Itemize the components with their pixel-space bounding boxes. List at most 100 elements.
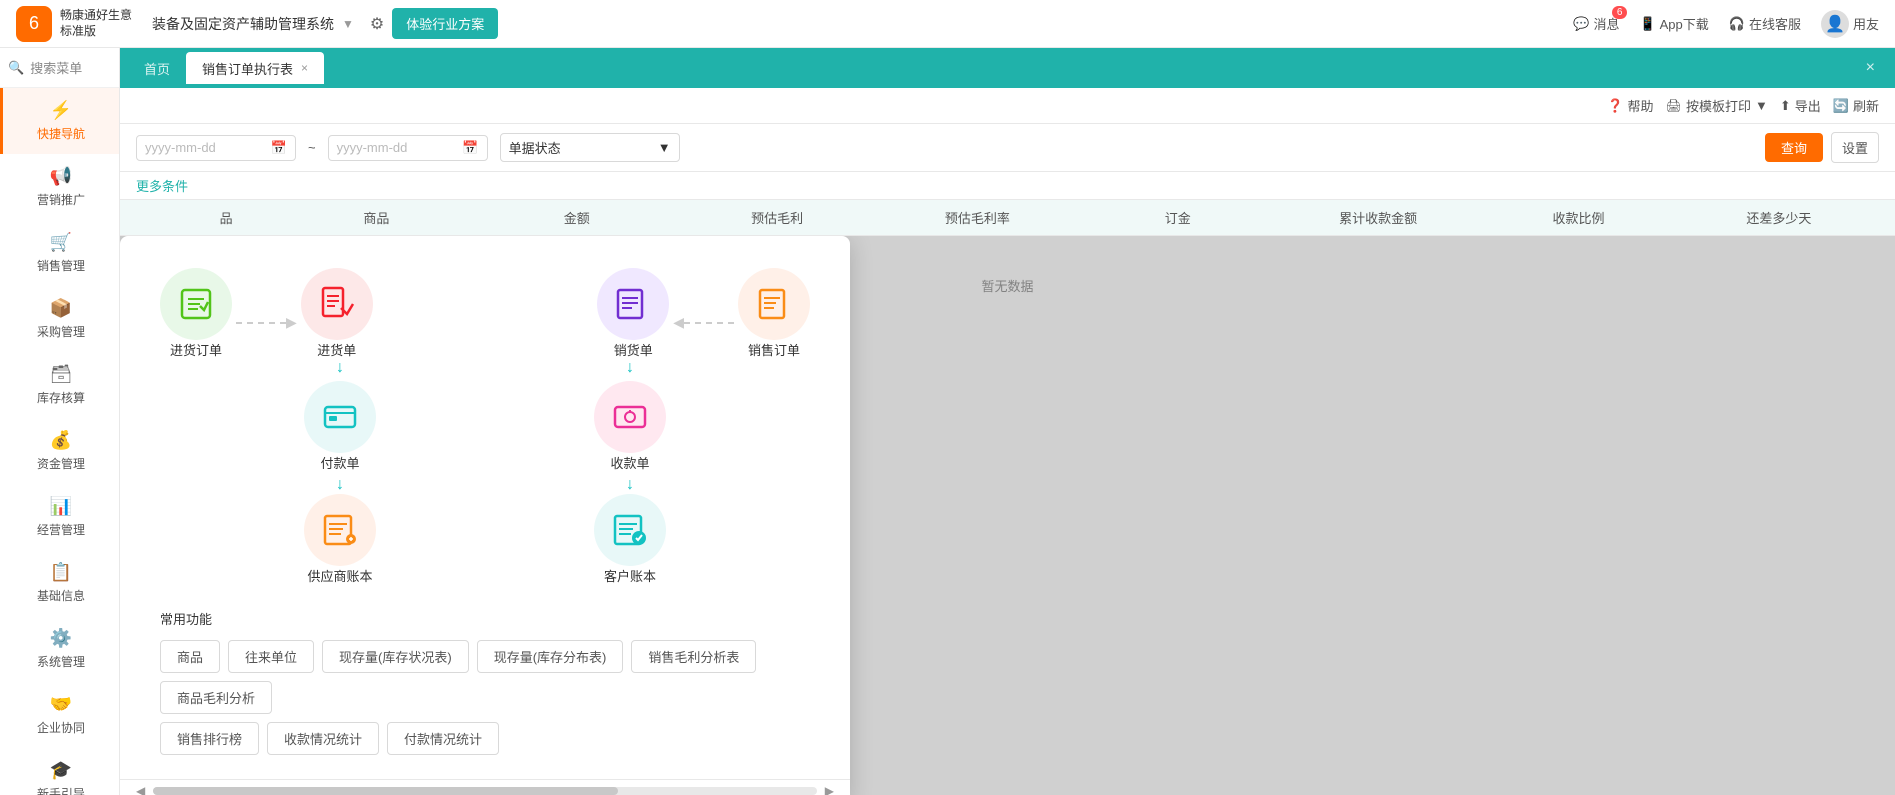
search-icon: 🔍 [8, 60, 24, 76]
app-download-button[interactable]: 📱 App下载 [1639, 14, 1708, 33]
btn-sales-profit-analysis[interactable]: 销售毛利分析表 [631, 640, 756, 673]
export-button[interactable]: ⬆ 导出 [1780, 96, 1821, 115]
table-header: 品 商品 金额 预估毛利 预估毛利率 订金 累计收款金额 收款比例 还差多少天 [120, 200, 1895, 236]
logo-area: 6 畅康通好生意 标准版 [16, 6, 136, 42]
sidebar-item-enterprise[interactable]: 🤝 企业协同 [0, 682, 119, 748]
sales-icon: 🛒 [50, 232, 72, 253]
flow-node-purchase-order[interactable]: 进货订单 [160, 268, 232, 359]
message-button[interactable]: 💬 消息 6 [1573, 14, 1619, 33]
flow-node-receipt[interactable]: 收款单 [594, 381, 666, 472]
status-select[interactable]: 单据状态 ▼ [500, 133, 680, 162]
scrollbar-thumb [153, 787, 617, 795]
scroll-left-button[interactable]: ◀ [136, 784, 145, 795]
query-button[interactable]: 查询 [1765, 133, 1823, 162]
purchase-icon: 📦 [50, 298, 72, 319]
btn-inventory-distribution[interactable]: 现存量(库存分布表) [477, 640, 624, 673]
flow-node-purchase-bill[interactable]: 进货单 [301, 268, 373, 359]
sidebar-item-purchase[interactable]: 📦 采购管理 [0, 286, 119, 352]
beginner-icon: 🎓 [50, 760, 72, 781]
more-conditions-link[interactable]: 更多条件 [136, 179, 188, 194]
export-icon: ⬆ [1780, 98, 1791, 114]
sidebar-item-finance[interactable]: 💰 资金管理 [0, 418, 119, 484]
col-estimated-profit-rate: 预估毛利率 [877, 208, 1077, 227]
tab-sales-execution[interactable]: 销售订单执行表 × [186, 52, 324, 84]
sidebar-item-sales[interactable]: 🛒 销售管理 [0, 220, 119, 286]
tab-home[interactable]: 首页 [128, 52, 186, 84]
date-input-end[interactable]: yyyy-mm-dd 📅 [328, 135, 488, 161]
btn-sales-ranking[interactable]: 销售排行榜 [160, 722, 259, 755]
arrow-down-payment-2: ↓ [336, 476, 344, 494]
sidebar-item-marketing[interactable]: 📢 营销推广 [0, 154, 119, 220]
sidebar-item-quick-nav[interactable]: ⚡ 快捷导航 [0, 88, 119, 154]
print-icon: 🖨 [1665, 98, 1682, 114]
arrow-down-receipt: ↓ [626, 359, 634, 377]
purchase-bill-label: 进货单 [317, 340, 356, 359]
system-name: 装备及固定资产辅助管理系统 [152, 14, 334, 34]
refresh-button[interactable]: 🔄 刷新 [1833, 96, 1879, 115]
purchase-order-label: 进货订单 [170, 340, 222, 359]
btn-payments-statistics[interactable]: 付款情况统计 [387, 722, 499, 755]
set-button[interactable]: 设置 [1831, 132, 1879, 163]
enterprise-icon: 🤝 [50, 694, 72, 715]
flow-node-sales-order[interactable]: 销售订单 [738, 268, 810, 359]
btn-inventory-status[interactable]: 现存量(库存状况表) [322, 640, 469, 673]
receipt-circle [594, 381, 666, 453]
modal-scrollbar-row: ◀ ▶ [120, 779, 850, 795]
modal-overlay[interactable]: 进货订单 ▶ [120, 236, 1895, 795]
flow-row-2: ↓ 付款单 ↓ [160, 359, 810, 494]
message-badge: 6 [1612, 6, 1628, 19]
sidebar-item-basic-info[interactable]: 📋 基础信息 [0, 550, 119, 616]
flow-row-1: 进货订单 ▶ [160, 268, 810, 359]
scrollbar-track[interactable] [153, 787, 817, 795]
modal-body: 进货订单 ▶ [120, 236, 850, 779]
btn-counterparty[interactable]: 往来单位 [228, 640, 314, 673]
flow-node-supplier-account[interactable]: 供应商账本 [304, 494, 376, 585]
col-product: 商品 [276, 208, 476, 227]
tab-close-button[interactable]: × [301, 61, 308, 75]
btn-receipts-statistics[interactable]: 收款情况统计 [267, 722, 379, 755]
experience-button[interactable]: 体验行业方案 [392, 8, 498, 39]
col-amount: 金额 [477, 208, 677, 227]
online-service-button[interactable]: 🎧 在线客服 [1729, 14, 1801, 33]
window-close-button[interactable]: × [1854, 59, 1887, 77]
calendar-icon-end: 📅 [462, 140, 478, 156]
btn-product[interactable]: 商品 [160, 640, 220, 673]
system-dropdown-icon[interactable]: ▼ [342, 17, 354, 31]
chevron-down-icon: ▼ [658, 140, 671, 155]
main-area: 🔍 搜索菜单 ⚡ 快捷导航 📢 营销推广 🛒 销售管理 📦 采购管理 🗃 [0, 48, 1895, 795]
col-days-remaining: 还差多少天 [1679, 208, 1879, 227]
scroll-right-button[interactable]: ▶ [825, 784, 834, 795]
sidebar-item-inventory[interactable]: 🗃 库存核算 [0, 352, 119, 418]
help-button[interactable]: ❓ 帮助 [1607, 96, 1653, 115]
refresh-icon: 🔄 [1833, 98, 1849, 114]
col-estimated-profit: 预估毛利 [677, 208, 877, 227]
sales-order-label: 销售订单 [748, 340, 800, 359]
toolbar: ❓ 帮助 🖨 按模板打印 ▼ ⬆ 导出 🔄 刷新 [120, 88, 1895, 124]
supplier-account-label: 供应商账本 [307, 566, 372, 585]
toolbar-right: ❓ 帮助 🖨 按模板打印 ▼ ⬆ 导出 🔄 刷新 [1607, 96, 1879, 115]
headset-icon: 🎧 [1729, 16, 1745, 32]
sidebar-item-beginner[interactable]: 🎓 新手引导 [0, 748, 119, 795]
receipt-label: 收款单 [610, 453, 649, 472]
flow-node-customer-account[interactable]: 客户账本 [594, 494, 666, 585]
content-area: 首页 销售订单执行表 × × ❓ 帮助 🖨 按 [120, 48, 1895, 795]
col-deposit: 订金 [1078, 208, 1278, 227]
print-button[interactable]: 🖨 按模板打印 ▼ [1665, 96, 1767, 115]
user-button[interactable]: 👤 用友 [1821, 10, 1879, 38]
flow-node-sales-bill[interactable]: 销货单 [597, 268, 669, 359]
print-dropdown-icon[interactable]: ▼ [1755, 98, 1768, 113]
customer-account-label: 客户账本 [604, 566, 656, 585]
avatar: 👤 [1821, 10, 1849, 38]
help-icon: ❓ [1607, 98, 1623, 114]
common-functions-section: 常用功能 商品 往来单位 现存量(库存状况表) 现存量(库存分布表) 销售毛利分… [160, 609, 810, 755]
gear-icon[interactable]: ⚙ [370, 14, 384, 34]
col-payment: ↓ 付款单 ↓ [290, 359, 390, 494]
sidebar-item-system[interactable]: ⚙️ 系统管理 [0, 616, 119, 682]
sidebar-item-operations[interactable]: 📊 经营管理 [0, 484, 119, 550]
logo-icon: 6 [16, 6, 52, 42]
date-input[interactable]: yyyy-mm-dd 📅 [136, 135, 296, 161]
app-wrapper: 6 畅康通好生意 标准版 装备及固定资产辅助管理系统 ▼ ⚙ 体验行业方案 💬 … [0, 0, 1895, 795]
flow-node-payment[interactable]: 付款单 [304, 381, 376, 472]
btn-product-profit-analysis[interactable]: 商品毛利分析 [160, 681, 272, 714]
sidebar-search[interactable]: 🔍 搜索菜单 [0, 48, 119, 88]
